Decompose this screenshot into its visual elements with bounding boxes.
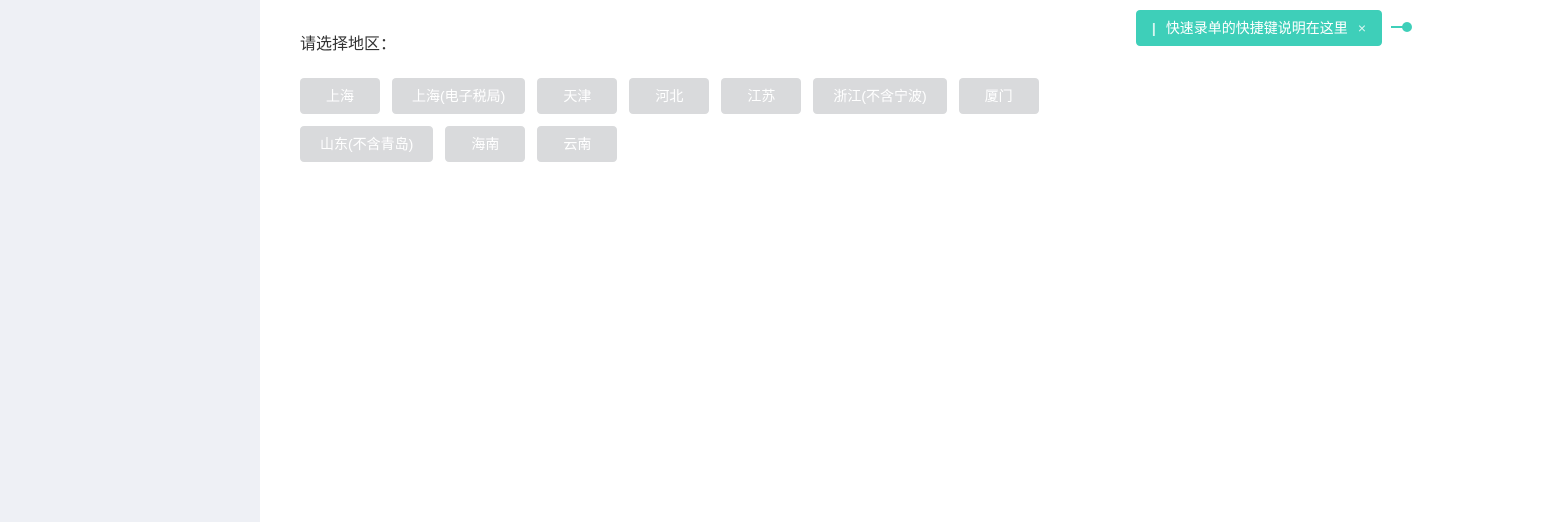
region-button-shanghai[interactable]: 上海 xyxy=(300,78,380,114)
region-button-shandong[interactable]: 山东(不含青岛) xyxy=(300,126,433,162)
tooltip-banner: 快速录单的快捷键说明在这里 × xyxy=(1136,10,1382,46)
region-row-1: 上海上海(电子税局) 天津河北江苏浙江(不含宁波) 厦门 xyxy=(300,78,1522,114)
region-button-zhejiang[interactable]: 浙江(不含宁波) xyxy=(813,78,946,114)
region-button-xiamen[interactable]: 厦门 xyxy=(959,78,1039,114)
main-content: 请选择地区： 上海上海(电子税局)天津河北江苏浙江(不含宁波)厦门 山东(不含青… xyxy=(260,0,1562,522)
region-button-yunnan[interactable]: 云南 xyxy=(537,126,617,162)
tooltip-close-button[interactable]: × xyxy=(1358,20,1366,36)
region-button-jiangsu[interactable]: 江苏 xyxy=(721,78,801,114)
region-button-hainan[interactable]: 海南 xyxy=(445,126,525,162)
region-button-hebei[interactable]: 河北 xyxy=(629,78,709,114)
region-button-shanghai-etax[interactable]: 上海(电子税局) xyxy=(392,78,525,114)
tooltip-connector-dot xyxy=(1402,22,1412,32)
region-row-2: 山东(不含青岛) 海南云南 xyxy=(300,126,1522,162)
region-button-tianjin[interactable]: 天津 xyxy=(537,78,617,114)
tooltip-text: 快速录单的快捷键说明在这里 xyxy=(1166,18,1348,38)
sidebar xyxy=(0,0,260,522)
